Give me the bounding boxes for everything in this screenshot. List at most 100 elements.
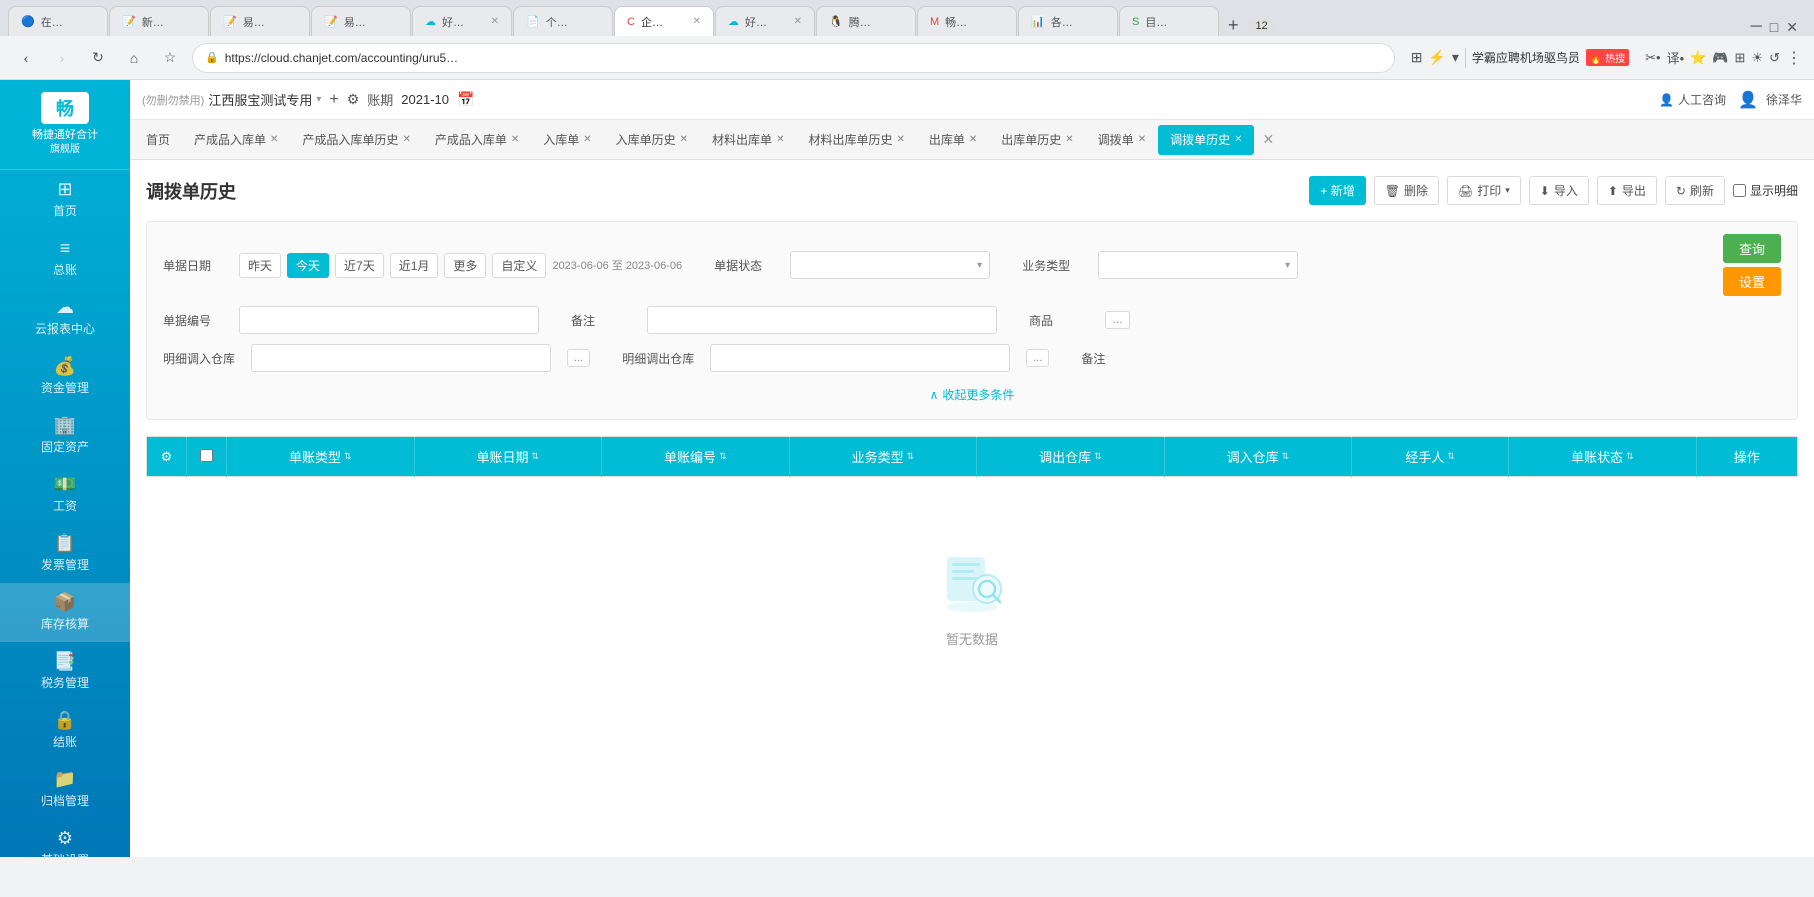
detail-in-input[interactable] [251, 344, 551, 372]
add-company-btn[interactable]: + [329, 91, 338, 109]
browser-tab-12[interactable]: S 目… [1119, 6, 1219, 36]
date-custom[interactable]: 自定义 [492, 253, 546, 278]
goods-select-btn[interactable]: … [1105, 311, 1130, 329]
tool4[interactable]: 🎮 [1712, 50, 1728, 66]
close-tab-3[interactable]: ✕ [511, 134, 519, 145]
close-tab-4[interactable]: ✕ [583, 134, 591, 145]
select-all-checkbox[interactable] [200, 449, 213, 462]
browser-tab-5[interactable]: ☁ 好… ✕ [412, 6, 512, 36]
col-transfer-out[interactable]: 调出仓库 ⇅ [977, 437, 1165, 477]
sidebar-item-inventory[interactable]: 📦 库存核算 [0, 583, 130, 642]
page-tab-product-in-hist[interactable]: 产成品入库单历史 ✕ [290, 125, 422, 155]
detail-out-input[interactable] [710, 344, 1010, 372]
col-biz-type[interactable]: 业务类型 ⇅ [789, 437, 977, 477]
browser-tab-4[interactable]: 📝 易… [311, 6, 411, 36]
display-toggle-checkbox[interactable] [1733, 184, 1746, 197]
forward-btn[interactable]: › [48, 44, 76, 72]
browser-tab-11[interactable]: 📊 各… [1018, 6, 1118, 36]
col-bill-no[interactable]: 单账编号 ⇅ [602, 437, 790, 477]
settings-filter-btn[interactable]: 设置 [1723, 267, 1781, 296]
col-bill-status[interactable]: 单账状态 ⇅ [1509, 437, 1697, 477]
date-today[interactable]: 今天 [287, 253, 329, 278]
print-dropdown-icon[interactable]: ▾ [1505, 185, 1510, 196]
status-select[interactable] [790, 251, 990, 279]
page-tab-material-out[interactable]: 材料出库单 ✕ [700, 125, 796, 155]
lightning-btn[interactable]: ⚡ [1428, 49, 1445, 66]
business-type-select[interactable] [1098, 251, 1298, 279]
browser-tab-8[interactable]: ☁ 好… ✕ [715, 6, 815, 36]
sidebar-item-close[interactable]: 🔒 结账 [0, 701, 130, 760]
export-btn[interactable]: ⬆ 导出 [1597, 176, 1657, 205]
new-tab-btn[interactable]: + [1224, 15, 1243, 36]
browser-tab-2[interactable]: 📝 新… [109, 6, 209, 36]
page-tab-product-in2[interactable]: 产成品入库单 ✕ [423, 125, 531, 155]
sidebar-item-home[interactable]: ⊞ 首页 [0, 170, 130, 229]
bill-no-input[interactable] [239, 306, 539, 334]
bookmark-btn[interactable]: ☆ [156, 44, 184, 72]
page-tab-inbound[interactable]: 入库单 ✕ [531, 125, 603, 155]
close-tab-1[interactable]: ✕ [270, 134, 278, 145]
tool1[interactable]: ✂• [1645, 50, 1660, 66]
sidebar-item-assets[interactable]: 🏢 固定资产 [0, 406, 130, 465]
print-btn[interactable]: 🖨 打印 ▾ [1447, 176, 1521, 205]
page-tab-inbound-hist[interactable]: 入库单历史 ✕ [604, 125, 700, 155]
tool6[interactable]: ☀ [1751, 50, 1763, 66]
close-tab-9[interactable]: ✕ [1065, 134, 1073, 145]
extensions-btn[interactable]: ⊞ [1411, 49, 1423, 66]
date-yesterday[interactable]: 昨天 [239, 253, 281, 278]
detail-out-btn[interactable]: ... [1026, 349, 1049, 367]
browser-tab-1[interactable]: 🔵 在… [8, 6, 108, 36]
menu-btn[interactable]: ⋮ [1786, 48, 1802, 68]
close-btn[interactable]: ✕ [1786, 19, 1798, 36]
browser-tab-6[interactable]: 📄 个… [513, 6, 613, 36]
browser-tab-10[interactable]: M 畅… [917, 6, 1017, 36]
detail-in-btn[interactable]: ... [567, 349, 590, 367]
page-tab-outbound[interactable]: 出库单 ✕ [917, 125, 989, 155]
col-gear[interactable]: ⚙ [147, 437, 187, 477]
sidebar-item-tax[interactable]: 📑 税务管理 [0, 642, 130, 701]
col-handler[interactable]: 经手人 ⇅ [1352, 437, 1509, 477]
back-btn[interactable]: ‹ [12, 44, 40, 72]
close-tab-2[interactable]: ✕ [402, 134, 410, 145]
date-7days[interactable]: 近7天 [335, 253, 384, 278]
refresh-btn[interactable]: ↻ 刷新 [1665, 176, 1725, 205]
date-1month[interactable]: 近1月 [390, 253, 439, 278]
close-tab-7[interactable]: ✕ [896, 134, 904, 145]
sidebar-item-funds[interactable]: 💰 资金管理 [0, 347, 130, 406]
close-tab-8[interactable]: ✕ [969, 134, 977, 145]
page-tab-home[interactable]: 首页 [134, 125, 182, 155]
import-btn[interactable]: ⬇ 导入 [1529, 176, 1589, 205]
col-bill-type[interactable]: 单账类型 ⇅ [227, 437, 415, 477]
display-toggle[interactable]: 显示明细 [1733, 182, 1798, 199]
gear-settings-btn[interactable]: ⚙ [347, 91, 360, 108]
close-tab-11[interactable]: ✕ [1234, 134, 1242, 145]
col-checkbox[interactable] [187, 437, 227, 477]
page-tab-material-out-hist[interactable]: 材料出库单历史 ✕ [796, 125, 916, 155]
page-tab-transfer-hist[interactable]: 调拨单历史 ✕ [1158, 125, 1254, 155]
page-tab-product-in[interactable]: 产成品入库单 ✕ [182, 125, 290, 155]
close-tab-6[interactable]: ✕ [776, 134, 784, 145]
delete-btn[interactable]: 🗑 删除 [1374, 176, 1439, 205]
sidebar-item-invoice[interactable]: 📋 发票管理 [0, 524, 130, 583]
page-tab-outbound-hist[interactable]: 出库单历史 ✕ [989, 125, 1085, 155]
sidebar-item-ledger[interactable]: ≡ 总账 [0, 229, 130, 288]
query-btn[interactable]: 查询 [1723, 234, 1781, 263]
collapse-filters-btn[interactable]: ∧ 收起更多条件 [163, 382, 1781, 407]
new-btn[interactable]: + 新增 [1309, 176, 1365, 205]
service-btn[interactable]: 👤 人工咨询 [1659, 91, 1726, 108]
address-bar[interactable]: 🔒 https://cloud.chanjet.com/accounting/u… [192, 43, 1395, 73]
tool5[interactable]: ⊞ [1735, 50, 1746, 66]
browser-tab-9[interactable]: 🐧 腾… [816, 6, 916, 36]
calendar-icon[interactable]: 📅 [457, 91, 474, 108]
col-bill-date[interactable]: 单账日期 ⇅ [414, 437, 602, 477]
tool2[interactable]: 译• [1667, 48, 1685, 67]
tool3[interactable]: ⭐ [1690, 50, 1706, 66]
dropdown-btn[interactable]: ▾ [1452, 49, 1459, 66]
minimize-btn[interactable]: ─ [1750, 18, 1761, 36]
sidebar-item-settings[interactable]: ⚙ 基础设置 [0, 819, 130, 857]
maximize-btn[interactable]: □ [1770, 19, 1778, 35]
home-btn[interactable]: ⌂ [120, 44, 148, 72]
close-tab-5[interactable]: ✕ [680, 134, 688, 145]
sidebar-item-payroll[interactable]: 💵 工资 [0, 465, 130, 524]
browser-tab-active[interactable]: C 企… ✕ [614, 6, 714, 36]
